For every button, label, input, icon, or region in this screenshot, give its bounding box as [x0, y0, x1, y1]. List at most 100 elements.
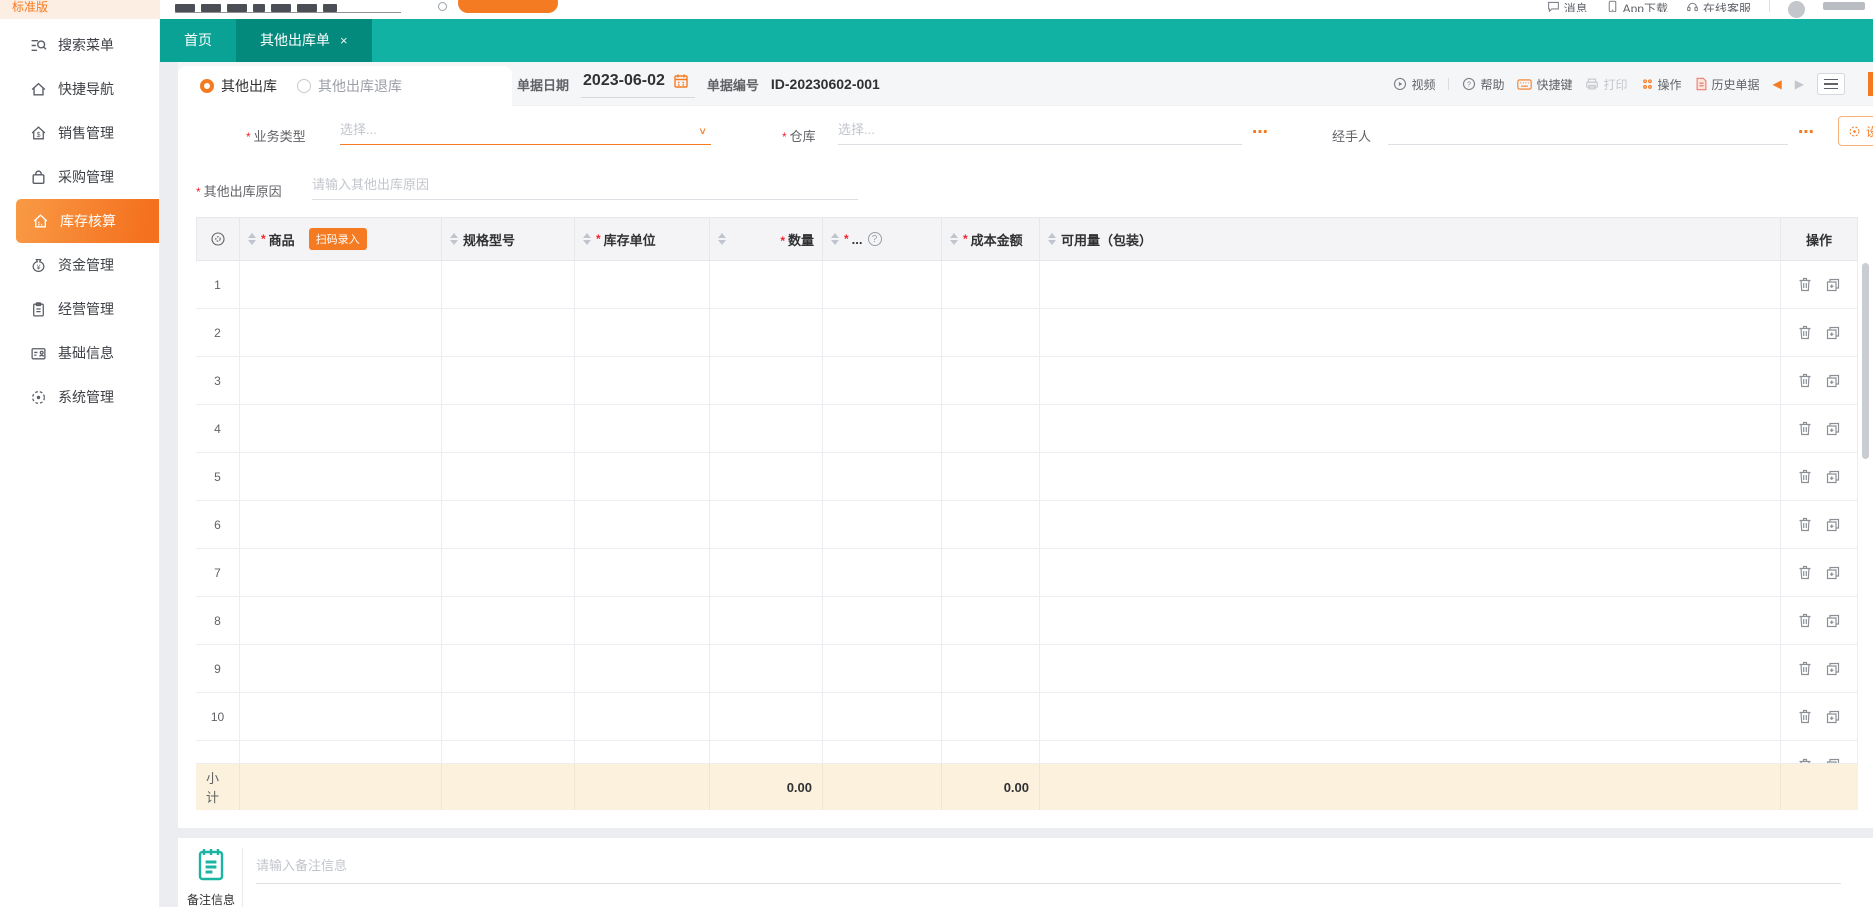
radio-other-outbound-return[interactable]: 其他出库退库 [297, 76, 402, 96]
sort-icon[interactable] [583, 233, 591, 245]
hotkeys-button[interactable]: 快捷键 [1517, 76, 1572, 93]
sort-icon[interactable] [248, 233, 256, 245]
radio-other-outbound[interactable]: 其他出库 [200, 76, 277, 96]
handler-select[interactable] [1388, 118, 1788, 145]
table-row[interactable]: 10 [196, 693, 1858, 741]
copy-row-button[interactable] [1826, 326, 1840, 340]
tab-other-outbound-order[interactable]: 其他出库单 × [236, 19, 372, 62]
copy-row-button[interactable] [1826, 278, 1840, 292]
column-menu-button[interactable] [1817, 73, 1845, 95]
sidebar-item-operations[interactable]: 经营管理 [0, 287, 159, 331]
sidebar-item-purchase[interactable]: 采购管理 [0, 155, 159, 199]
warehouse-select[interactable] [838, 118, 1242, 145]
delete-row-button[interactable] [1798, 325, 1812, 340]
grid-actions-icon [1642, 78, 1652, 89]
column-settings-header[interactable] [196, 218, 240, 260]
print-button[interactable]: 打印 [1585, 76, 1628, 93]
search-menu-icon [31, 39, 47, 51]
header-cost[interactable]: * 成本金额 [942, 218, 1040, 260]
delete-row-button[interactable] [1798, 661, 1812, 676]
delete-row-button[interactable] [1798, 421, 1812, 436]
delete-row-button[interactable] [1798, 277, 1812, 292]
warehouse-more-icon[interactable]: ⋯ [1252, 122, 1269, 142]
delete-row-button[interactable] [1798, 373, 1812, 388]
sort-icon[interactable] [718, 233, 726, 245]
table-row-partial[interactable] [196, 741, 1858, 764]
sidebar-item-quick-nav[interactable]: 快捷导航 [0, 67, 159, 111]
history-button[interactable]: 历史单据 [1695, 76, 1760, 93]
handler-input[interactable] [1388, 118, 1788, 144]
table-row[interactable]: 5 [196, 453, 1858, 501]
sort-icon[interactable] [450, 233, 458, 245]
table-row[interactable]: 2 [196, 309, 1858, 357]
delete-row-button[interactable] [1798, 469, 1812, 484]
header-spec[interactable]: 规格型号 [442, 218, 575, 260]
header-available[interactable]: 可用量（包装） [1040, 218, 1780, 260]
business-type-select[interactable]: ∨ [340, 118, 711, 145]
header-product[interactable]: * 商品 扫码录入 [240, 218, 442, 260]
avatar[interactable] [1788, 1, 1805, 18]
header-unit[interactable]: * 库存单位 [575, 218, 710, 260]
tab-home[interactable]: 首页 [160, 19, 236, 62]
table-row[interactable]: 6 [196, 501, 1858, 549]
sidebar-item-system[interactable]: 系统管理 [0, 375, 159, 419]
copy-plus-icon [1826, 326, 1840, 339]
copy-row-button[interactable] [1826, 422, 1840, 436]
handler-more-icon[interactable]: ⋯ [1798, 122, 1815, 142]
help-circle-icon[interactable]: ? [867, 232, 882, 246]
copy-row-button[interactable] [1826, 566, 1840, 580]
table-row[interactable]: 1 [196, 261, 1858, 309]
copy-row-button[interactable] [1826, 470, 1840, 484]
delete-row-button[interactable] [1798, 613, 1812, 628]
header-quantity[interactable]: * 数量 [710, 218, 823, 260]
copy-row-button[interactable] [1826, 374, 1840, 388]
help-button[interactable]: ? 帮助 [1462, 76, 1504, 93]
next-arrow-icon[interactable]: ▶ [1795, 77, 1804, 91]
sort-icon[interactable] [950, 233, 958, 245]
remark-field[interactable] [256, 852, 1841, 884]
table-row[interactable]: 3 [196, 357, 1858, 405]
info-icon[interactable] [438, 2, 447, 11]
table-row[interactable]: 4 [196, 405, 1858, 453]
sort-icon[interactable] [1048, 233, 1056, 245]
actions-button[interactable]: 操作 [1641, 76, 1682, 93]
header-ext[interactable]: * ... ? [823, 218, 942, 260]
messages-button[interactable]: 消息 [1547, 0, 1588, 12]
reason-field[interactable] [312, 173, 858, 200]
table-row[interactable]: 9 [196, 645, 1858, 693]
delete-row-button[interactable] [1798, 709, 1812, 724]
question-circle-icon: ? [1463, 77, 1476, 91]
sidebar-item-funds[interactable]: ¥ 资金管理 [0, 243, 159, 287]
reason-input[interactable] [312, 173, 858, 199]
chevron-down-icon[interactable]: ∨ [698, 125, 711, 136]
trash-icon [1799, 469, 1811, 484]
close-tab-icon[interactable]: × [340, 33, 348, 48]
copy-row-button[interactable] [1826, 518, 1840, 532]
doc-date-field[interactable]: 2023-06-02 [581, 70, 695, 98]
table-scrollbar-thumb[interactable] [1862, 263, 1869, 459]
table-row[interactable]: 7 [196, 549, 1858, 597]
promo-button[interactable] [458, 0, 558, 13]
prev-arrow-icon[interactable]: ◀ [1773, 77, 1782, 91]
warehouse-input[interactable] [838, 118, 1242, 144]
sidebar-item-basic-info[interactable]: 基础信息 [0, 331, 159, 375]
online-service-button[interactable]: 在线客服 [1686, 0, 1751, 12]
app-download-button[interactable]: App下载 [1606, 0, 1668, 12]
settings-button[interactable]: 设置 [1838, 116, 1873, 146]
video-button[interactable]: 视频 [1393, 76, 1435, 93]
sidebar-item-search-menu[interactable]: 搜索菜单 [0, 23, 159, 67]
copy-row-button[interactable] [1826, 614, 1840, 628]
calendar-icon[interactable] [673, 73, 689, 89]
copy-row-button[interactable] [1826, 710, 1840, 724]
copy-row-button[interactable] [1826, 662, 1840, 676]
delete-row-button[interactable] [1798, 565, 1812, 580]
sidebar-item-sales[interactable]: $ 销售管理 [0, 111, 159, 155]
business-type-input[interactable] [340, 118, 699, 144]
sort-icon[interactable] [831, 233, 839, 245]
sidebar-item-inventory[interactable]: 库存核算 [16, 199, 159, 243]
scan-entry-button[interactable]: 扫码录入 [308, 228, 367, 250]
table-row[interactable]: 8 [196, 597, 1858, 645]
delete-row-button[interactable] [1798, 517, 1812, 532]
edge-clipped-button[interactable] [1868, 72, 1873, 96]
remark-input[interactable] [256, 852, 1841, 883]
